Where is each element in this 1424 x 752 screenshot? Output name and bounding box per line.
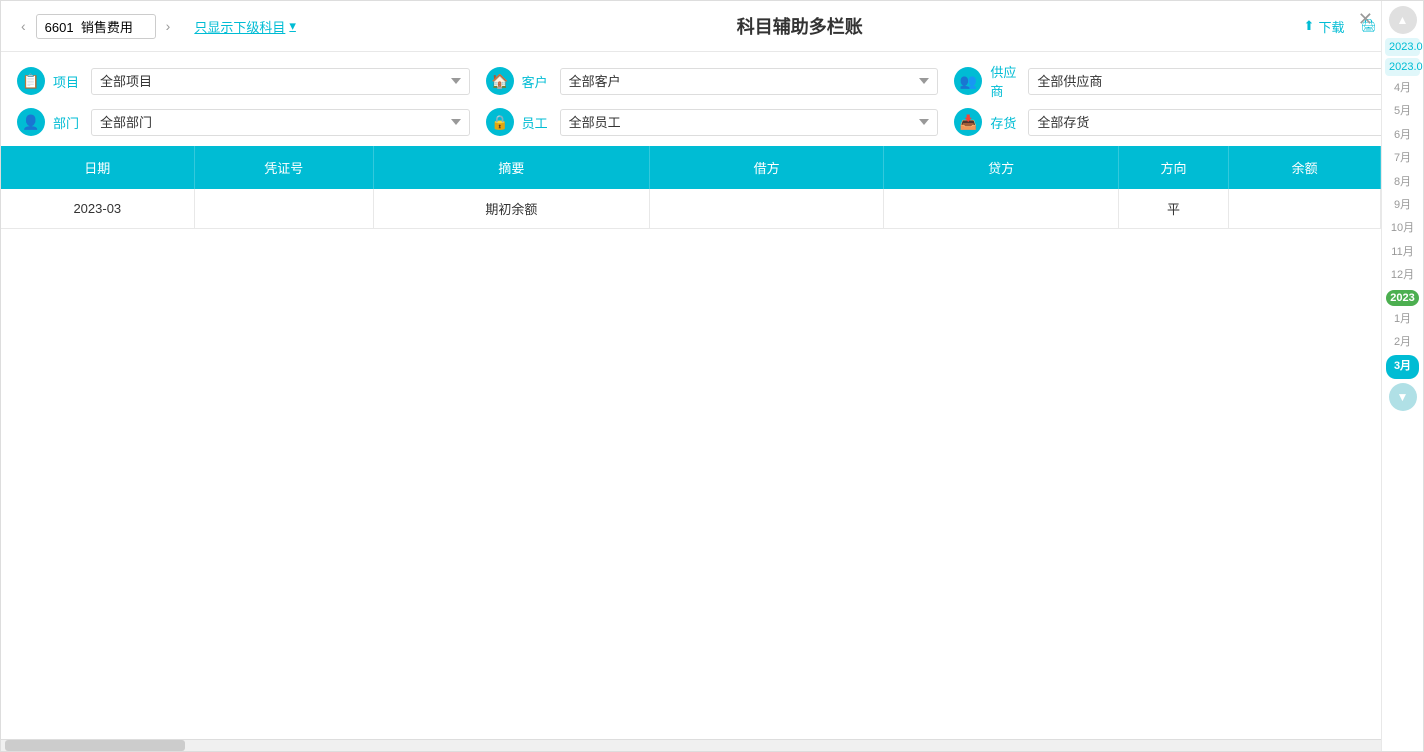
show-sub-filter[interactable]: 只显示下级科目 ▾ <box>194 17 296 36</box>
filters-panel: 📋 项目 全部项目 🏠 客户 全部客户 👥 供应商 全部供应商 👤 部门 全 <box>1 52 1423 146</box>
prev-account-button[interactable]: ‹ <box>17 16 30 36</box>
timeline-month-11[interactable]: 11月 <box>1382 241 1423 264</box>
timeline-month-4[interactable]: 4月 <box>1382 77 1423 100</box>
project-select[interactable]: 全部项目 <box>91 68 470 95</box>
supplier-icon: 👥 <box>954 67 982 95</box>
cell-voucher <box>194 189 373 229</box>
filter-employee: 🔒 员工 全部员工 <box>486 108 939 136</box>
project-icon: 📋 <box>17 67 45 95</box>
page-title: 科目辅助多栏账 <box>308 13 1292 39</box>
supplier-select[interactable]: 全部供应商 <box>1028 68 1407 95</box>
employee-icon: 🔒 <box>486 108 514 136</box>
timeline-down-button[interactable]: ▼ <box>1389 383 1417 411</box>
download-icon: ⬆ <box>1304 18 1315 34</box>
next-account-button[interactable]: › <box>162 16 175 36</box>
cell-direction: 平 <box>1118 189 1228 229</box>
timeline-month-3-active[interactable]: 3月 <box>1386 355 1419 378</box>
timeline-month-2[interactable]: 2月 <box>1382 331 1423 354</box>
department-icon: 👤 <box>17 108 45 136</box>
timeline-up-button[interactable]: ▲ <box>1389 6 1417 34</box>
timeline-year-badge: 2023 <box>1386 290 1419 306</box>
col-header-voucher: 凭证号 <box>194 146 373 189</box>
ledger-table: 日期 凭证号 摘要 借方 贷方 方向 余额 2023-03 期初余额 平 <box>1 146 1381 229</box>
download-button[interactable]: ⬆ 下载 <box>1304 17 1345 36</box>
customer-select[interactable]: 全部客户 <box>560 68 939 95</box>
cell-date: 2023-03 <box>1 189 194 229</box>
timeline-month-6[interactable]: 6月 <box>1382 124 1423 147</box>
timeline-panel: ▲ 2023.03 2023.03 4月 5月 6月 7月 8月 9月 10月 … <box>1381 1 1423 751</box>
inventory-label: 存货 <box>990 113 1020 132</box>
timeline-date-2023-03-first[interactable]: 2023.03 <box>1385 38 1420 56</box>
filter-inventory: 📥 存货 全部存货 <box>954 108 1407 136</box>
customer-icon: 🏠 <box>486 67 514 95</box>
header: ‹ › 只显示下级科目 ▾ 科目辅助多栏账 ⬆ 下载 🖨 打印 <box>1 1 1423 52</box>
department-select[interactable]: 全部部门 <box>91 109 470 136</box>
horizontal-scrollbar[interactable] <box>1 739 1381 751</box>
filter-supplier: 👥 供应商 全部供应商 <box>954 62 1407 100</box>
chevron-down-icon: ▾ <box>289 18 296 34</box>
employee-select[interactable]: 全部员工 <box>560 109 939 136</box>
cell-balance <box>1229 189 1381 229</box>
table-row[interactable]: 2023-03 期初余额 平 <box>1 189 1381 229</box>
timeline-month-1[interactable]: 1月 <box>1382 308 1423 331</box>
inventory-select[interactable]: 全部存货 <box>1028 109 1407 136</box>
department-label: 部门 <box>53 113 83 132</box>
employee-label: 员工 <box>522 113 552 132</box>
account-input[interactable] <box>36 14 156 39</box>
cell-summary: 期初余额 <box>373 189 649 229</box>
inventory-icon: 📥 <box>954 108 982 136</box>
filter-project: 📋 项目 全部项目 <box>17 62 470 100</box>
col-header-balance: 余额 <box>1229 146 1381 189</box>
table-container: 日期 凭证号 摘要 借方 贷方 方向 余额 2023-03 期初余额 平 <box>1 146 1381 229</box>
project-label: 项目 <box>53 72 83 91</box>
show-sub-label: 只显示下级科目 <box>194 17 285 36</box>
timeline-month-7[interactable]: 7月 <box>1382 147 1423 170</box>
table-header-row: 日期 凭证号 摘要 借方 贷方 方向 余额 <box>1 146 1381 189</box>
timeline-month-9[interactable]: 9月 <box>1382 194 1423 217</box>
timeline-month-12[interactable]: 12月 <box>1382 264 1423 287</box>
scrollbar-thumb[interactable] <box>5 740 185 751</box>
supplier-label: 供应商 <box>990 62 1020 100</box>
main-window: ✕ ‹ › 只显示下级科目 ▾ 科目辅助多栏账 ⬆ 下载 🖨 打印 📋 <box>0 0 1424 752</box>
timeline-month-8[interactable]: 8月 <box>1382 171 1423 194</box>
cell-credit <box>884 189 1119 229</box>
account-nav: ‹ › <box>17 14 174 39</box>
customer-label: 客户 <box>522 72 552 91</box>
timeline-date-2023-03-second[interactable]: 2023.03 <box>1385 58 1420 76</box>
filter-department: 👤 部门 全部部门 <box>17 108 470 136</box>
filter-customer: 🏠 客户 全部客户 <box>486 62 939 100</box>
timeline-month-5[interactable]: 5月 <box>1382 100 1423 123</box>
col-header-credit: 贷方 <box>884 146 1119 189</box>
col-header-summary: 摘要 <box>373 146 649 189</box>
col-header-date: 日期 <box>1 146 194 189</box>
cell-debit <box>649 189 884 229</box>
close-button[interactable]: ✕ <box>1358 9 1373 30</box>
col-header-direction: 方向 <box>1118 146 1228 189</box>
timeline-month-10[interactable]: 10月 <box>1382 217 1423 240</box>
col-header-debit: 借方 <box>649 146 884 189</box>
